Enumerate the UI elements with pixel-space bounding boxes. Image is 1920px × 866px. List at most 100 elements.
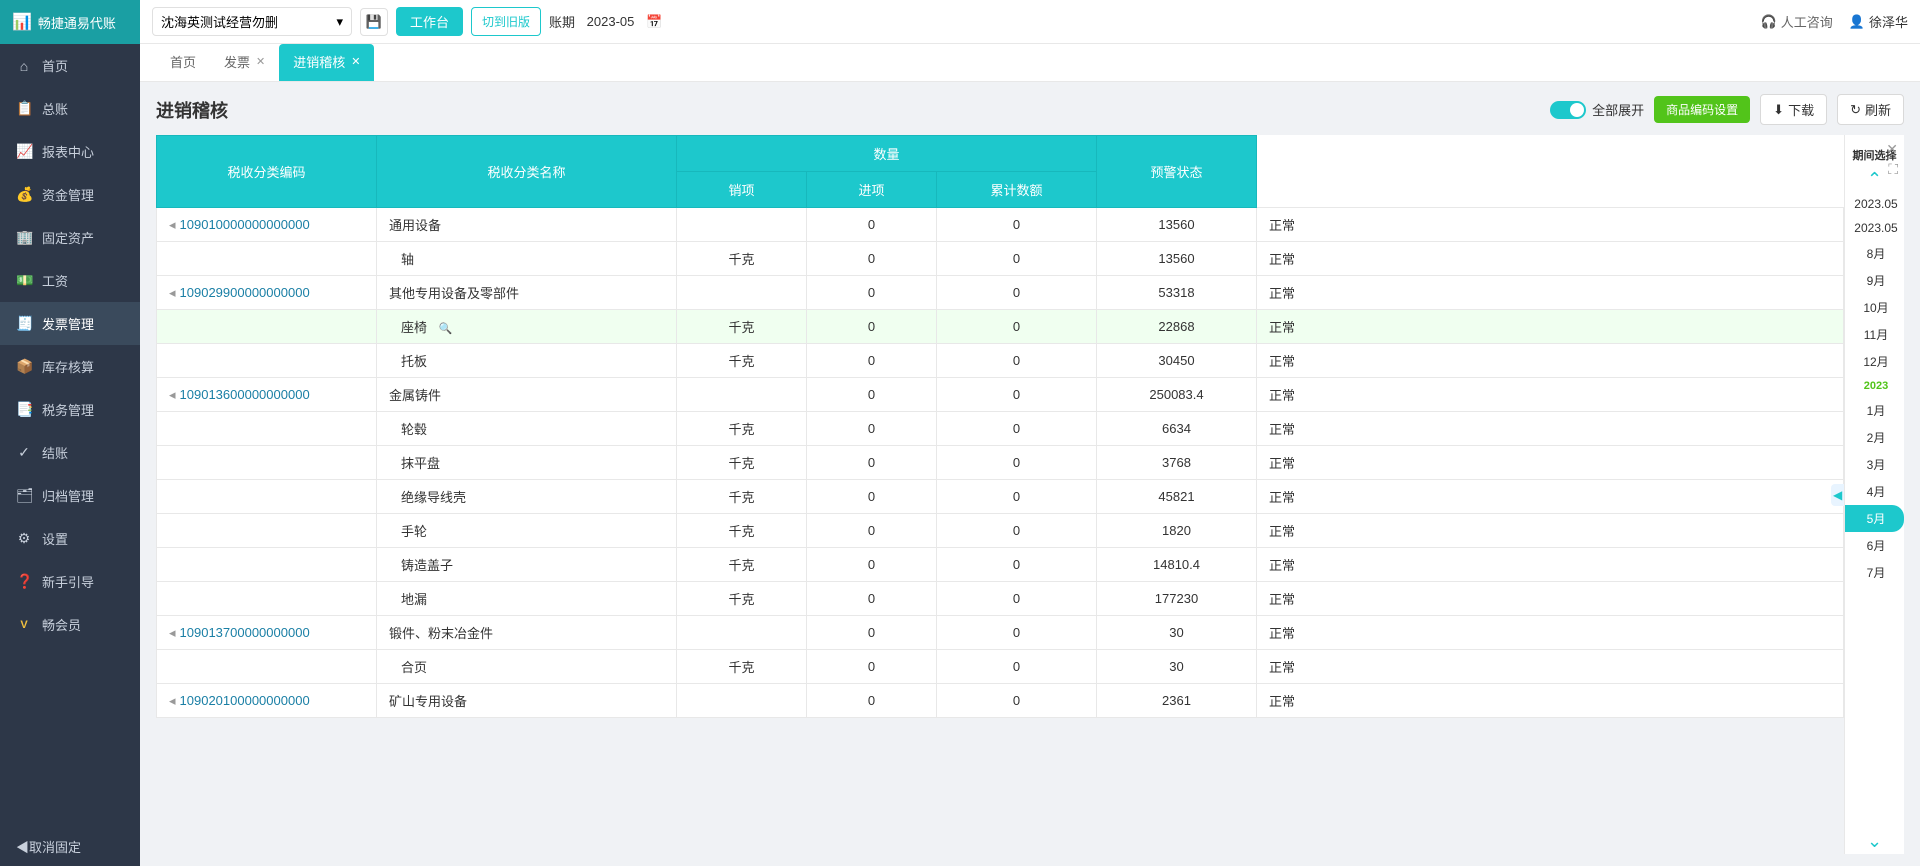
sidebar-item-archive[interactable]: 🗂 归档管理: [0, 474, 140, 517]
table-row[interactable]: 铸造盖子千克0014810.4正常: [157, 548, 1844, 582]
reconcile-table: 税收分类编码 税收分类名称 数量 预警状态 销项 进项 累计数额: [156, 135, 1844, 718]
table-row[interactable]: ◂109013600000000000金属铸件00250083.4正常: [157, 378, 1844, 412]
expand-toggle[interactable]: 全部展开: [1550, 100, 1644, 119]
period-item[interactable]: 10月: [1845, 294, 1904, 321]
cell-tax-code: [157, 548, 377, 582]
sidebar-item-invoices[interactable]: 🧾 发票管理: [0, 302, 140, 345]
period-item[interactable]: 8月: [1845, 240, 1904, 267]
cell-total: 6634: [1097, 412, 1257, 446]
table-row[interactable]: ◂109010000000000000通用设备0013560正常: [157, 208, 1844, 242]
sidebar-item-settings[interactable]: ⚙ 设置: [0, 517, 140, 560]
sidebar-item-label: 固定资产: [42, 228, 94, 247]
table-row[interactable]: 地漏千克00177230正常: [157, 582, 1844, 616]
sidebar-item-funds[interactable]: 💰 资金管理: [0, 173, 140, 216]
download-button[interactable]: ⬇ 下载: [1760, 94, 1827, 125]
cell-tax-name: 铸造盖子: [377, 548, 677, 582]
cell-tax-code: ◂109013700000000000: [157, 616, 377, 650]
tab-reconcile-label: 进销稽核: [293, 52, 345, 71]
table-row[interactable]: ◂109013700000000000锻件、粉末冶金件0030正常: [157, 616, 1844, 650]
sidebar-unpin-button[interactable]: ◀取消固定: [0, 827, 140, 866]
cell-total: 14810.4: [1097, 548, 1257, 582]
tab-home[interactable]: 首页: [156, 44, 210, 81]
tab-invoices-label: 发票: [224, 52, 250, 71]
sidebar-item-payroll[interactable]: 💵 工资: [0, 259, 140, 302]
period-item[interactable]: 2023.05: [1845, 192, 1904, 216]
switch-version-button[interactable]: 切到旧版: [471, 7, 541, 36]
cell-sales: 0: [807, 378, 937, 412]
period-item[interactable]: 5月: [1845, 505, 1904, 532]
table-row[interactable]: ◂109029900000000000其他专用设备及零部件0053318正常: [157, 276, 1844, 310]
period-item[interactable]: 2023: [1845, 375, 1904, 397]
table-row[interactable]: 合页千克0030正常: [157, 650, 1844, 684]
cell-total: 53318: [1097, 276, 1257, 310]
toggle-track[interactable]: [1550, 101, 1586, 119]
cell-sales: 0: [807, 514, 937, 548]
tab-bar: 首页 发票 ✕ 进销稽核 ✕: [140, 44, 1920, 82]
tab-reconcile-close[interactable]: ✕: [351, 55, 360, 68]
sidebar-item-member[interactable]: V 畅会员: [0, 603, 140, 646]
period-item[interactable]: 11月: [1845, 321, 1904, 348]
period-item[interactable]: 6月: [1845, 532, 1904, 559]
sidebar-item-label: 结账: [42, 443, 68, 462]
cell-tax-code: [157, 242, 377, 276]
tab-invoices[interactable]: 发票 ✕: [210, 44, 279, 81]
cell-unit: 千克: [677, 514, 807, 548]
service-button[interactable]: 🎧 人工咨询: [1761, 12, 1833, 31]
sidebar-item-reports[interactable]: 📈 报表中心: [0, 130, 140, 173]
sidebar-item-ledger[interactable]: 📋 总账: [0, 87, 140, 130]
sidebar-item-inventory[interactable]: 📦 库存核算: [0, 345, 140, 388]
tab-invoices-close[interactable]: ✕: [256, 55, 265, 68]
cell-unit: [677, 616, 807, 650]
period-item[interactable]: 4月: [1845, 478, 1904, 505]
ledger-icon: 📋: [16, 100, 32, 117]
table-row[interactable]: 托板千克0030450正常: [157, 344, 1844, 378]
table-row[interactable]: 抹平盘千克003768正常: [157, 446, 1844, 480]
period-scroll-up[interactable]: ⌃: [1865, 167, 1884, 192]
sidebar-item-home[interactable]: ⌂ 首页: [0, 44, 140, 87]
cell-unit: 千克: [677, 310, 807, 344]
calendar-icon[interactable]: 📅: [646, 14, 662, 30]
period-item[interactable]: 2023.05: [1845, 216, 1904, 240]
period-scroll-down[interactable]: ⌄: [1865, 829, 1884, 854]
cell-purchase: 0: [937, 242, 1097, 276]
th-quantity: 数量: [677, 136, 1097, 172]
table-row[interactable]: 轮毂千克006634正常: [157, 412, 1844, 446]
period-item[interactable]: 1月: [1845, 397, 1904, 424]
table-scroll-area[interactable]: 税收分类编码 税收分类名称 数量 预警状态 销项 进项 累计数额: [156, 135, 1844, 854]
cell-purchase: 0: [937, 480, 1097, 514]
tab-reconcile[interactable]: 进销稽核 ✕: [279, 44, 374, 81]
period-item[interactable]: 7月: [1845, 559, 1904, 586]
company-selector[interactable]: 沈海英测试经营勿删 ▾: [152, 7, 352, 36]
period-item[interactable]: 12月: [1845, 348, 1904, 375]
panel-toggle-button[interactable]: ◀: [1831, 484, 1844, 506]
refresh-label: 刷新: [1865, 100, 1891, 119]
sidebar-item-guide[interactable]: ❓ 新手引导: [0, 560, 140, 603]
sidebar-item-tax[interactable]: 📑 税务管理: [0, 388, 140, 431]
sidebar-item-label: 畅会员: [42, 615, 81, 634]
cell-tax-code: [157, 514, 377, 548]
cell-purchase: 0: [937, 446, 1097, 480]
cell-sales: 0: [807, 344, 937, 378]
table-row[interactable]: 手轮千克001820正常: [157, 514, 1844, 548]
panel-close-button[interactable]: ✕: [1886, 141, 1898, 158]
th-total: 累计数额: [937, 172, 1097, 208]
table-row[interactable]: 绝缘导线壳千克0045821正常: [157, 480, 1844, 514]
refresh-button[interactable]: ↻ 刷新: [1837, 94, 1904, 125]
save-button[interactable]: 💾: [360, 8, 388, 36]
page-actions: 全部展开 商品编码设置 ⬇ 下载 ↻ 刷新: [1550, 94, 1904, 125]
panel-expand-button[interactable]: ⛶: [1888, 161, 1898, 178]
cell-sales: 0: [807, 310, 937, 344]
sidebar-item-label: 首页: [42, 56, 68, 75]
sidebar-item-assets[interactable]: 🏢 固定资产: [0, 216, 140, 259]
period-item[interactable]: 2月: [1845, 424, 1904, 451]
code-settings-button[interactable]: 商品编码设置: [1654, 96, 1750, 123]
cell-tax-code: [157, 344, 377, 378]
workspace-button[interactable]: 工作台: [396, 7, 463, 36]
user-menu[interactable]: 👤 徐泽华: [1849, 12, 1908, 31]
sidebar-item-settlement[interactable]: ✓ 结账: [0, 431, 140, 474]
period-item[interactable]: 3月: [1845, 451, 1904, 478]
table-row[interactable]: 座椅 🔍千克0022868正常: [157, 310, 1844, 344]
period-item[interactable]: 9月: [1845, 267, 1904, 294]
table-row[interactable]: 轴千克0013560正常: [157, 242, 1844, 276]
table-row[interactable]: ◂109020100000000000矿山专用设备002361正常: [157, 684, 1844, 718]
